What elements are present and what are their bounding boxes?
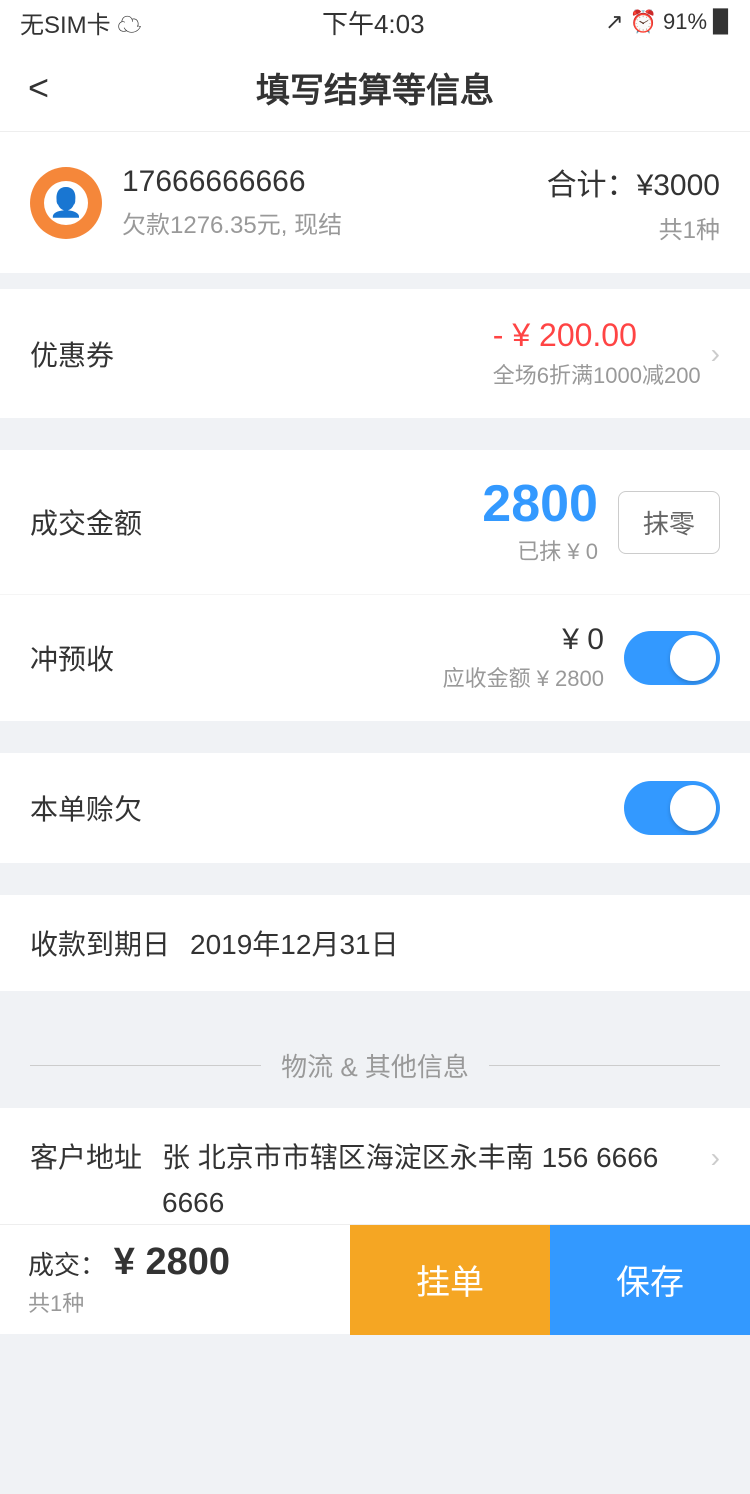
amount-sub: 已抹 ¥ 0	[482, 534, 598, 566]
logistics-label: 物流 & 其他信息	[281, 1047, 469, 1084]
bottom-label: 成交：	[28, 1250, 106, 1280]
section-gap-1	[0, 434, 750, 450]
amount-value: 2800	[482, 478, 598, 530]
amount-right: 2800 已抹 ¥ 0 抹零	[482, 478, 720, 566]
debt-label: 本单赊欠	[30, 788, 142, 828]
status-right: ↗ ⏰ 91% ▉	[605, 9, 730, 35]
address-value: 张 北京市市辖区海淀区永丰南 156 6666 6666	[162, 1136, 691, 1226]
bottom-summary: 成交： ¥ 2800 共1种	[0, 1241, 350, 1318]
prepay-toggle[interactable]	[624, 631, 720, 685]
prepay-row: 冲预收 ¥ 0 应收金额 ¥ 2800	[0, 595, 750, 721]
coupon-value-area: - ¥ 200.00 全场6折满1000减200	[493, 317, 701, 390]
status-time: 下午4:03	[322, 4, 425, 41]
chevron-right-icon: ›	[711, 338, 720, 370]
customer-info: 17666666666 欠款1276.35元, 现结	[122, 165, 342, 240]
pending-button[interactable]: 挂单	[350, 1225, 550, 1335]
prepay-sub: 应收金额 ¥ 2800	[443, 661, 604, 693]
header-line-left	[30, 1065, 261, 1066]
coupon-right: - ¥ 200.00 全场6折满1000减200 ›	[493, 317, 720, 390]
debt-toggle[interactable]	[624, 781, 720, 835]
address-label: 客户地址	[30, 1136, 142, 1176]
avatar: 👤	[30, 167, 102, 239]
item-count: 共1种	[547, 210, 720, 245]
page-title: 填写结算等信息	[256, 63, 494, 112]
total-amount: 合计：¥3000	[547, 160, 720, 204]
prepay-right: ¥ 0 应收金额 ¥ 2800	[443, 623, 720, 693]
due-date-label: 收款到期日	[30, 923, 170, 963]
nav-bar: < 填写结算等信息	[0, 44, 750, 132]
section-gap-3	[0, 879, 750, 895]
prepay-amount-value: ¥ 0	[443, 623, 604, 657]
amount-row: 成交金额 2800 已抹 ¥ 0 抹零	[0, 450, 750, 595]
round-button[interactable]: 抹零	[618, 491, 720, 554]
coupon-discount: - ¥ 200.00	[493, 317, 701, 354]
form-section: 成交金额 2800 已抹 ¥ 0 抹零 冲预收 ¥ 0 应收金额 ¥ 2800	[0, 450, 750, 721]
alarm-icon: ⏰	[630, 9, 657, 35]
section-gap-2	[0, 737, 750, 753]
customer-debt: 欠款1276.35元, 现结	[122, 205, 342, 240]
customer-phone: 17666666666	[122, 165, 342, 199]
due-date-row: 收款到期日 2019年12月31日	[0, 895, 750, 991]
prepay-label: 冲预收	[30, 638, 114, 678]
header-line-right	[489, 1065, 720, 1066]
bottom-bar: 成交： ¥ 2800 共1种 挂单 保存	[0, 1224, 750, 1334]
amount-label: 成交金额	[30, 502, 142, 542]
customer-left: 👤 17666666666 欠款1276.35元, 现结	[30, 165, 342, 240]
bottom-amount: ¥ 2800	[114, 1241, 230, 1283]
section-gap-4	[0, 1007, 750, 1023]
logistics-section-header: 物流 & 其他信息	[0, 1023, 750, 1108]
amount-value-area: 2800 已抹 ¥ 0	[482, 478, 598, 566]
status-left: 无SIM卡 ☁	[20, 5, 141, 40]
coupon-desc: 全场6折满1000减200	[493, 358, 701, 390]
customer-card: 👤 17666666666 欠款1276.35元, 现结 合计：¥3000 共1…	[0, 132, 750, 273]
battery-icon: ▉	[713, 9, 730, 35]
due-date-value: 2019年12月31日	[190, 923, 399, 963]
prepay-amount-area: ¥ 0 应收金额 ¥ 2800	[443, 623, 604, 693]
battery-label: 91%	[663, 9, 707, 35]
debt-row: 本单赊欠	[0, 753, 750, 863]
toggle-knob	[670, 635, 716, 681]
coupon-row[interactable]: 优惠券 - ¥ 200.00 全场6折满1000减200 ›	[0, 289, 750, 418]
status-bar: 无SIM卡 ☁ 下午4:03 ↗ ⏰ 91% ▉	[0, 0, 750, 44]
bottom-count: 共1种	[28, 1286, 322, 1318]
sim-label: 无SIM卡 ☁	[20, 5, 141, 40]
back-button[interactable]: <	[28, 67, 49, 109]
save-button[interactable]: 保存	[550, 1225, 750, 1335]
customer-right: 合计：¥3000 共1种	[547, 160, 720, 245]
coupon-label: 优惠券	[30, 334, 114, 374]
location-icon: ↗	[605, 9, 623, 35]
avatar-icon: 👤	[44, 181, 88, 225]
debt-toggle-knob	[670, 785, 716, 831]
bottom-amount-row: 成交： ¥ 2800	[28, 1241, 322, 1284]
address-chevron-icon: ›	[711, 1142, 720, 1174]
